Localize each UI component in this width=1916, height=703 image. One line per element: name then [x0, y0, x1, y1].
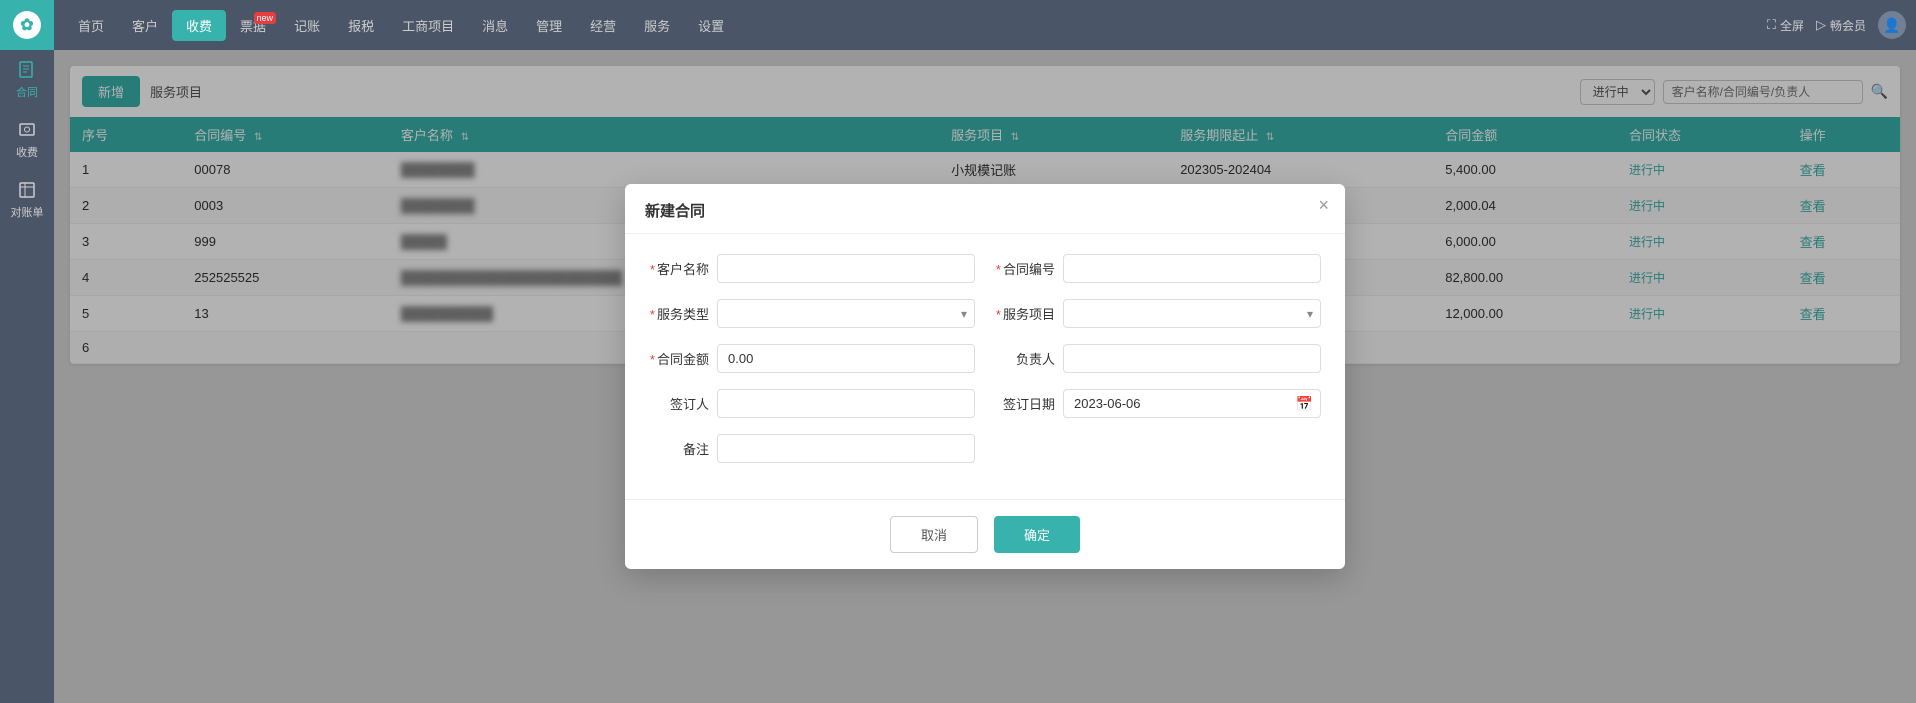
sidebar-item-reconcile[interactable]: 对账单	[0, 170, 54, 230]
member-icon: ▷	[1816, 17, 1826, 33]
service-item-select[interactable]	[1063, 299, 1321, 328]
nav-item-manage[interactable]: 管理	[522, 10, 576, 41]
notes-label: 备注	[649, 439, 709, 458]
calendar-icon[interactable]: 📅	[1296, 395, 1313, 412]
form-row-5: 备注	[649, 434, 1321, 463]
app-logo-icon: ✿	[13, 11, 41, 39]
responsible-label: 负责人	[995, 349, 1055, 368]
form-group-contract-no: *合同编号	[995, 254, 1321, 283]
nav-item-message[interactable]: 消息	[468, 10, 522, 41]
required-star: *	[650, 307, 655, 322]
fullscreen-icon: ⛶	[1767, 17, 1776, 33]
sign-date-label: 签订日期	[995, 394, 1055, 413]
customer-name-label: *客户名称	[649, 259, 709, 278]
new-contract-modal: 新建合同 × *客户名称 *合同编号	[625, 184, 1345, 569]
signer-label: 签订人	[649, 394, 709, 413]
service-item-label: *服务项目	[995, 304, 1055, 323]
contract-no-input[interactable]	[1063, 254, 1321, 283]
service-type-label: *服务类型	[649, 304, 709, 323]
nav-item-service[interactable]: 服务	[630, 10, 684, 41]
form-group-sign-date: 签订日期 📅	[995, 389, 1321, 418]
user-avatar[interactable]: 👤	[1878, 11, 1906, 39]
form-group-service-item: *服务项目	[995, 299, 1321, 328]
form-group-signer: 签订人	[649, 389, 975, 418]
sidebar: ✿ 合同 收费 对账单	[0, 0, 54, 703]
required-star: *	[996, 262, 1001, 277]
sidebar-item-income[interactable]: 收费	[0, 110, 54, 170]
new-badge: new	[254, 12, 277, 24]
service-type-select[interactable]	[717, 299, 975, 328]
service-type-select-wrapper	[717, 299, 975, 328]
nav-item-business[interactable]: 工商项目	[388, 10, 468, 41]
amount-label: *合同金额	[649, 349, 709, 368]
contract-no-label: *合同编号	[995, 259, 1055, 278]
required-star: *	[650, 352, 655, 367]
service-item-select-wrapper	[1063, 299, 1321, 328]
modal-body: *客户名称 *合同编号	[625, 234, 1345, 499]
signer-input[interactable]	[717, 389, 975, 418]
modal-footer: 取消 确定	[625, 499, 1345, 569]
reconcile-icon	[17, 180, 37, 200]
nav-item-settings[interactable]: 设置	[684, 10, 738, 41]
confirm-button[interactable]: 确定	[994, 516, 1080, 553]
form-group-customer: *客户名称	[649, 254, 975, 283]
amount-input[interactable]	[717, 344, 975, 373]
top-nav: 首页 客户 收费 票据 new 记账 报税 工商项目 消息 管理 经营 服务 设…	[54, 0, 1916, 50]
form-group-notes: 备注	[649, 434, 975, 463]
form-group-amount: *合同金额	[649, 344, 975, 373]
fullscreen-button[interactable]: ⛶ 全屏	[1767, 17, 1804, 34]
modal-overlay: 新建合同 × *客户名称 *合同编号	[54, 50, 1916, 703]
content-area: 新增 服务项目 进行中 已完成 已终止 🔍 序号	[54, 50, 1916, 703]
form-row-2: *服务类型 *服务项目	[649, 299, 1321, 328]
cancel-button[interactable]: 取消	[890, 516, 978, 553]
sidebar-logo[interactable]: ✿	[0, 0, 54, 50]
sidebar-item-label: 合同	[16, 84, 38, 100]
responsible-input[interactable]	[1063, 344, 1321, 373]
required-star: *	[996, 307, 1001, 322]
sidebar-item-label: 对账单	[11, 204, 44, 220]
modal-title: 新建合同	[625, 184, 1345, 234]
nav-item-income[interactable]: 收费	[172, 10, 226, 41]
notes-input[interactable]	[717, 434, 975, 463]
nav-item-accounting[interactable]: 记账	[280, 10, 334, 41]
sign-date-input[interactable]	[1063, 389, 1321, 418]
nav-item-ticket[interactable]: 票据 new	[226, 10, 280, 41]
member-button[interactable]: ▷ 畅会员	[1816, 17, 1866, 34]
sign-date-wrapper: 📅	[1063, 389, 1321, 418]
income-icon	[17, 120, 37, 140]
nav-item-tax[interactable]: 报税	[334, 10, 388, 41]
topnav-right: ⛶ 全屏 ▷ 畅会员 👤	[1767, 11, 1906, 39]
form-row-4: 签订人 签订日期 📅	[649, 389, 1321, 418]
form-group-service-type: *服务类型	[649, 299, 975, 328]
main-wrap: 首页 客户 收费 票据 new 记账 报税 工商项目 消息 管理 经营 服务 设…	[54, 0, 1916, 703]
nav-item-home[interactable]: 首页	[64, 10, 118, 41]
nav-item-operation[interactable]: 经营	[576, 10, 630, 41]
avatar-icon: 👤	[1883, 17, 1900, 34]
form-row-1: *客户名称 *合同编号	[649, 254, 1321, 283]
contract-icon	[17, 60, 37, 80]
form-row-3: *合同金额 负责人	[649, 344, 1321, 373]
sidebar-item-contract[interactable]: 合同	[0, 50, 54, 110]
form-group-responsible: 负责人	[995, 344, 1321, 373]
customer-name-input[interactable]	[717, 254, 975, 283]
nav-item-customer[interactable]: 客户	[118, 10, 172, 41]
required-star: *	[650, 262, 655, 277]
sidebar-item-label: 收费	[16, 144, 38, 160]
modal-close-button[interactable]: ×	[1318, 196, 1329, 214]
